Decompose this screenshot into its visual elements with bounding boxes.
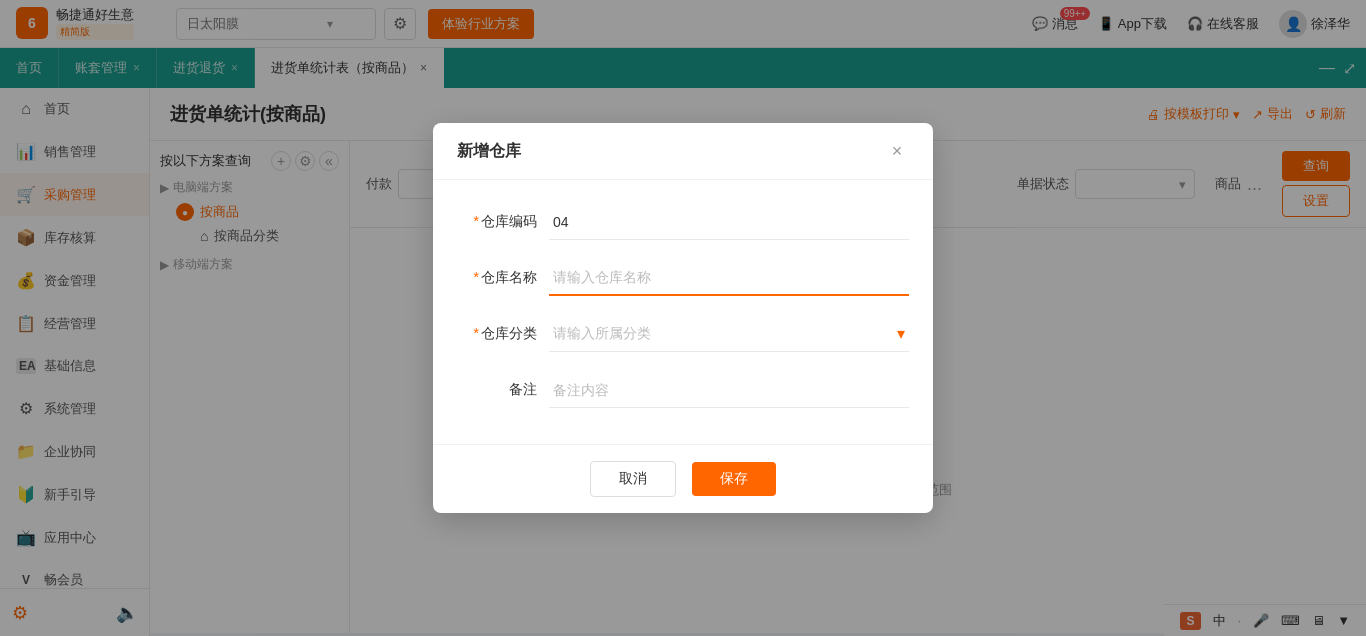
remark-label: 备注	[457, 381, 537, 399]
cancel-btn[interactable]: 取消	[590, 461, 676, 497]
name-label: 仓库名称	[457, 269, 537, 287]
modal-overlay: 新增仓库 × 仓库编码 仓库名称 仓库分类 请输入所属分类 ▾	[0, 0, 1366, 636]
modal-new-warehouse: 新增仓库 × 仓库编码 仓库名称 仓库分类 请输入所属分类 ▾	[433, 123, 933, 513]
code-label: 仓库编码	[457, 213, 537, 231]
save-btn[interactable]: 保存	[692, 462, 776, 496]
modal-header: 新增仓库 ×	[433, 123, 933, 180]
category-dropdown-arrow: ▾	[897, 324, 905, 343]
form-row-name: 仓库名称	[457, 260, 909, 296]
modal-footer: 取消 保存	[433, 444, 933, 513]
form-row-code: 仓库编码	[457, 204, 909, 240]
category-select[interactable]: 请输入所属分类 ▾	[549, 316, 909, 352]
form-row-remark: 备注	[457, 372, 909, 408]
category-label: 仓库分类	[457, 325, 537, 343]
modal-close-btn[interactable]: ×	[885, 139, 909, 163]
form-row-category: 仓库分类 请输入所属分类 ▾	[457, 316, 909, 352]
name-input[interactable]	[549, 260, 909, 296]
modal-body: 仓库编码 仓库名称 仓库分类 请输入所属分类 ▾ 备注	[433, 180, 933, 444]
code-input[interactable]	[549, 204, 909, 240]
category-placeholder: 请输入所属分类	[553, 325, 651, 343]
remark-input[interactable]	[549, 372, 909, 408]
modal-title: 新增仓库	[457, 141, 521, 162]
